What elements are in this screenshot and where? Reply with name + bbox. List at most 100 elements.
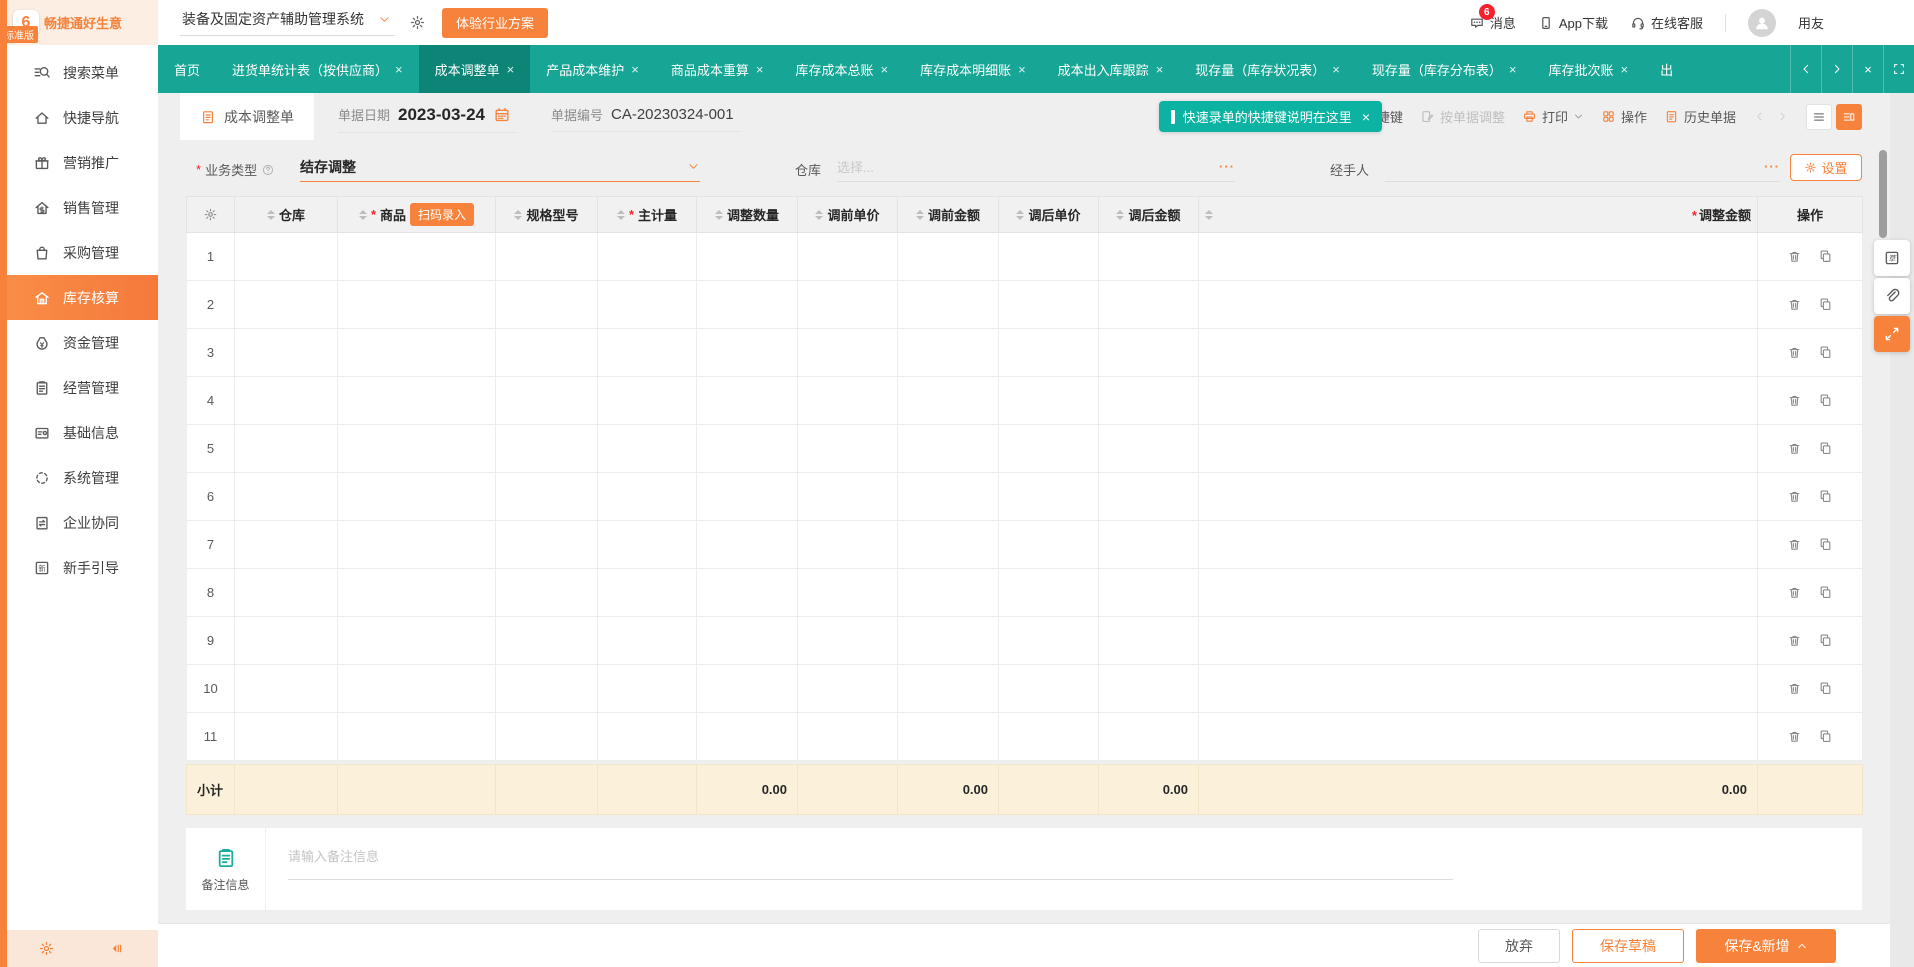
cell-warehouse[interactable] (234, 664, 338, 713)
sort-icon[interactable] (616, 209, 625, 220)
cell-price_before[interactable] (797, 328, 898, 377)
cell-product[interactable] (337, 424, 496, 473)
topbar-gear-icon[interactable] (409, 14, 426, 31)
fullscreen-button[interactable] (1883, 45, 1914, 93)
cell-price_after[interactable] (998, 280, 1099, 329)
remark-input[interactable]: 请输入备注信息 (288, 828, 1453, 910)
cell-adjust_amount[interactable] (1198, 472, 1758, 521)
sidebar-item-home[interactable]: 快捷导航 (7, 95, 158, 140)
cell-unit[interactable] (597, 712, 697, 761)
cell-qty[interactable] (696, 328, 798, 377)
sort-icon[interactable] (266, 209, 275, 220)
cell-warehouse[interactable] (234, 520, 338, 569)
cell-price_after[interactable] (998, 472, 1099, 521)
cell-amount_after[interactable] (1098, 616, 1199, 665)
cell-product[interactable] (337, 712, 496, 761)
attachment-button[interactable] (1874, 278, 1910, 314)
delete-row-icon[interactable] (1787, 441, 1802, 456)
tooltip-close-icon[interactable]: × (1362, 109, 1370, 125)
cell-qty[interactable] (696, 232, 798, 281)
copy-row-icon[interactable] (1818, 297, 1833, 312)
cell-price_after[interactable] (998, 328, 1099, 377)
cell-qty[interactable] (696, 520, 798, 569)
tab-close-icon[interactable]: × (1018, 62, 1026, 77)
app-download-button[interactable]: App下载 (1538, 13, 1608, 32)
cell-spec[interactable] (495, 664, 598, 713)
draft-button[interactable]: 草 (1874, 240, 1910, 276)
cell-spec[interactable] (495, 472, 598, 521)
cell-qty[interactable] (696, 664, 798, 713)
cell-unit[interactable] (597, 616, 697, 665)
vertical-scrollbar[interactable] (1879, 150, 1887, 238)
cell-amount_after[interactable] (1098, 712, 1199, 761)
sidebar-item-sales[interactable]: 销售管理 (7, 185, 158, 230)
tab-5[interactable]: 库存成本总账 × (779, 45, 904, 93)
sort-icon[interactable] (1116, 209, 1125, 220)
cell-spec[interactable] (495, 280, 598, 329)
cell-amount_before[interactable] (897, 472, 999, 521)
cell-amount_before[interactable] (897, 376, 999, 425)
copy-row-icon[interactable] (1818, 729, 1833, 744)
history-button[interactable]: 历史单据 (1664, 107, 1736, 126)
cell-adjust_amount[interactable] (1198, 616, 1758, 665)
cell-warehouse[interactable] (234, 472, 338, 521)
sidebar-settings-icon[interactable] (38, 940, 55, 957)
adjust-by-doc-button[interactable]: 按单据调整 (1420, 107, 1505, 126)
list-view-button[interactable] (1806, 103, 1832, 130)
tab-scroll-left-button[interactable] (1790, 45, 1821, 93)
expand-button[interactable] (1874, 316, 1910, 352)
cell-amount_after[interactable] (1098, 472, 1199, 521)
column-header-price_before[interactable]: 调前单价 (797, 196, 898, 233)
sort-icon[interactable] (1016, 209, 1025, 220)
biz-type-select[interactable]: 结存调整 (300, 152, 700, 182)
print-button[interactable]: 打印 (1522, 107, 1584, 126)
cell-qty[interactable] (696, 712, 798, 761)
cell-product[interactable] (337, 472, 496, 521)
cell-spec[interactable] (495, 520, 598, 569)
handler-more-icon[interactable]: ··· (1764, 159, 1780, 174)
cell-price_after[interactable] (998, 232, 1099, 281)
cell-price_before[interactable] (797, 376, 898, 425)
copy-row-icon[interactable] (1818, 441, 1833, 456)
tab-8[interactable]: 现存量（库存状况表） × (1179, 45, 1356, 93)
cell-price_before[interactable] (797, 712, 898, 761)
cell-unit[interactable] (597, 280, 697, 329)
cell-amount_after[interactable] (1098, 568, 1199, 617)
save-and-new-button[interactable]: 保存&新增 (1696, 928, 1836, 963)
system-select[interactable]: 装备及固定资产辅助管理系统 (180, 9, 395, 36)
cell-qty[interactable] (696, 376, 798, 425)
cell-price_before[interactable] (797, 616, 898, 665)
cell-amount_before[interactable] (897, 280, 999, 329)
cell-amount_before[interactable] (897, 424, 999, 473)
cell-product[interactable] (337, 328, 496, 377)
sidebar-item-system[interactable]: 系统管理 (7, 455, 158, 500)
copy-row-icon[interactable] (1818, 633, 1833, 648)
warehouse-more-icon[interactable]: ··· (1219, 159, 1235, 174)
tab-11[interactable]: 出 (1644, 45, 1689, 93)
cell-warehouse[interactable] (234, 568, 338, 617)
cell-adjust_amount[interactable] (1198, 664, 1758, 713)
cell-unit[interactable] (597, 664, 697, 713)
cell-price_before[interactable] (797, 520, 898, 569)
column-header-warehouse[interactable]: 仓库 (234, 196, 338, 233)
cell-warehouse[interactable] (234, 424, 338, 473)
sort-icon[interactable] (915, 209, 924, 220)
column-header-price_after[interactable]: 调后单价 (998, 196, 1099, 233)
online-service-button[interactable]: 在线客服 (1630, 13, 1703, 32)
cell-qty[interactable] (696, 280, 798, 329)
cell-amount_after[interactable] (1098, 328, 1199, 377)
delete-row-icon[interactable] (1787, 249, 1802, 264)
sidebar-item-collab[interactable]: 企业协同 (7, 500, 158, 545)
cell-warehouse[interactable] (234, 712, 338, 761)
cell-amount_before[interactable] (897, 568, 999, 617)
cell-amount_after[interactable] (1098, 664, 1199, 713)
cell-product[interactable] (337, 568, 496, 617)
tab-close-icon[interactable]: × (1332, 62, 1340, 77)
prev-doc-button[interactable] (1753, 110, 1766, 123)
column-header-adjust_amount[interactable]: * 调整金额 (1198, 196, 1758, 233)
cell-unit[interactable] (597, 328, 697, 377)
cell-price_before[interactable] (797, 472, 898, 521)
sort-icon[interactable] (358, 209, 367, 220)
tab-close-all-button[interactable]: × (1852, 45, 1883, 93)
cell-product[interactable] (337, 616, 496, 665)
